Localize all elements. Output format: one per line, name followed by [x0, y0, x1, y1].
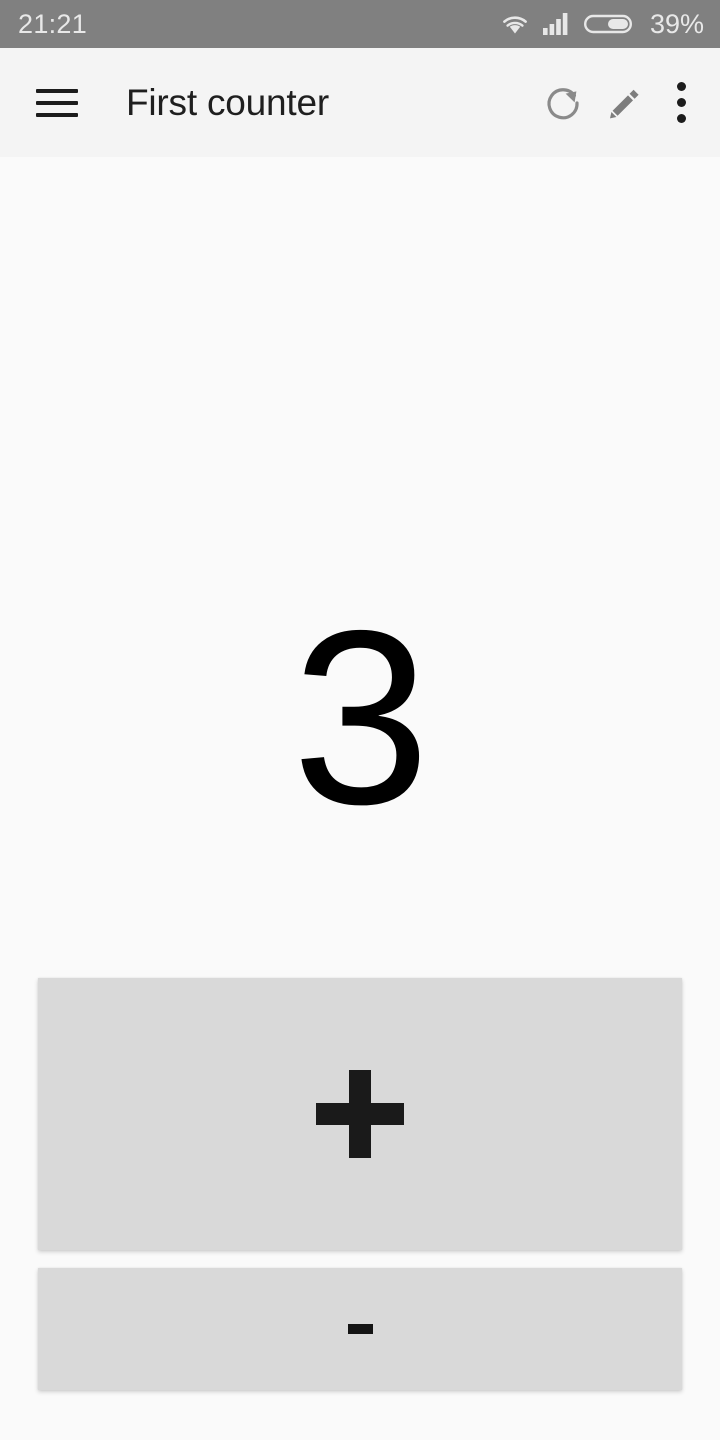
battery-icon: [583, 12, 632, 36]
page-title: First counter: [126, 82, 330, 123]
decrement-button[interactable]: [38, 1268, 682, 1390]
wifi-icon: [500, 12, 530, 36]
plus-icon: [316, 1070, 404, 1158]
menu-bar-2: [36, 100, 78, 105]
pencil-icon: [603, 81, 647, 125]
app-bar: First counter: [0, 48, 720, 161]
more-vertical-icon-dot-2: [676, 98, 686, 107]
menu-bar-1: [36, 88, 78, 93]
counter-content-area: 3: [0, 157, 720, 1440]
counter-value-display: 3: [292, 578, 430, 856]
more-vertical-icon-dot-3: [676, 114, 686, 123]
battery-percent-label: 39%: [649, 8, 704, 39]
overflow-menu-button[interactable]: [656, 72, 706, 134]
cellular-signal-icon: [542, 12, 571, 36]
minus-icon: [347, 1324, 373, 1334]
status-bar-icons: 39%: [500, 8, 704, 39]
edit-counter-button[interactable]: [594, 72, 656, 134]
status-bar-clock: 21:21: [18, 8, 88, 39]
reset-counter-button[interactable]: [532, 72, 594, 134]
refresh-icon: [541, 81, 585, 125]
hamburger-menu-icon[interactable]: [36, 82, 78, 124]
menu-bar-3: [36, 112, 78, 117]
increment-button[interactable]: [38, 978, 682, 1250]
more-vertical-icon-dot-1: [676, 82, 686, 91]
status-bar: 21:21 39%: [0, 0, 720, 48]
